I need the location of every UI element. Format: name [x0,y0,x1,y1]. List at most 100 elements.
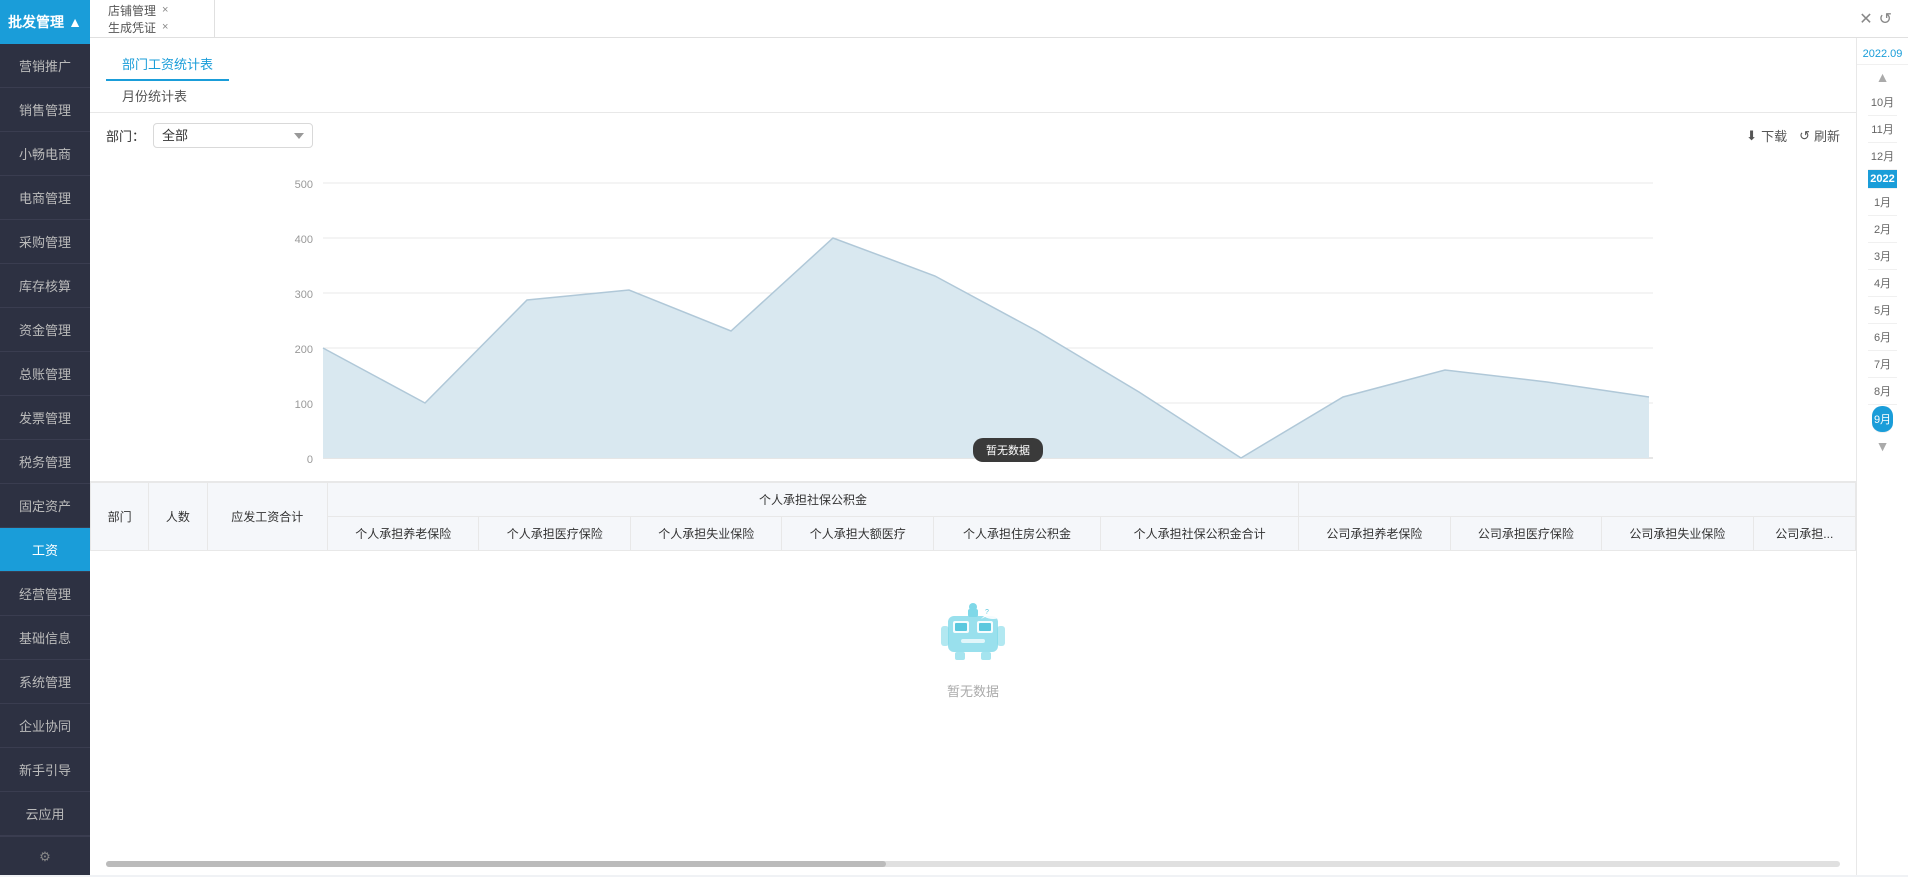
tab-list: 首页门店商品目录×销货单×店铺管理×生成凭证×应收应付调整单×工资表×工资统计报… [98,0,215,38]
sidebar-collapse-icon: ▲ [68,14,82,30]
filter-row: 部门： 全部研发部销售部财务部行政部 [106,123,313,148]
refresh-button[interactable]: ↺ 刷新 [1799,126,1840,145]
sidebar-header[interactable]: 批发管理 ▲ [0,0,90,44]
timeline-month-5月[interactable]: 5月 [1868,297,1897,324]
dept-filter-label: 部门： [106,126,145,145]
close-all-tabs-button[interactable]: ✕ [1859,9,1872,29]
scroll-indicator[interactable] [106,861,1840,867]
sub-tab-dept-stats[interactable]: 部门工资统计表 [106,48,229,81]
svg-text:200: 200 [295,344,313,356]
toolbar: 部门： 全部研发部销售部财务部行政部 ⬇ 下载 ↺ 刷新 [90,113,1856,158]
timeline-month-2022[interactable]: 2022 [1868,170,1897,189]
sidebar-item-operations[interactable]: 经营管理 [0,572,90,616]
timeline-year-label: 2022.09 [1857,44,1908,65]
timeline-month-4月[interactable]: 4月 [1868,270,1897,297]
sub-header-col: 公司承担... [1753,517,1855,551]
content-area: 部门工资统计表月份统计表 部门： 全部研发部销售部财务部行政部 ⬇ 下载 ↺ [90,38,1908,875]
refresh-page-icon[interactable]: ↺ [1879,9,1892,29]
sidebar-nav: 营销推广销售管理小畅电商电商管理采购管理库存核算资金管理总账管理发票管理税务管理… [0,44,90,836]
sub-header-col: 公司承担失业保险 [1602,517,1754,551]
timeline-months: 10月11月12月20221月2月3月4月5月6月7月8月9月 [1868,89,1897,434]
timeline-month-9月[interactable]: 9月 [1872,406,1893,433]
col-salary: 应发工资合计 [207,483,327,551]
empty-icon: ? [933,591,1013,671]
page-content: 部门工资统计表月份统计表 部门： 全部研发部销售部财务部行政部 ⬇ 下载 ↺ [90,38,1856,875]
download-icon: ⬇ [1746,128,1757,144]
svg-text:?: ? [985,609,989,616]
empty-text: 暂无数据 [947,681,999,700]
sub-header-col: 个人承担医疗保险 [479,517,631,551]
timeline-panel: 2022.09 ▲ 10月11月12月20221月2月3月4月5月6月7月8月9… [1856,38,1908,875]
sub-tab-bar: 部门工资统计表月份统计表 [90,38,1856,113]
svg-text:100: 100 [295,399,313,411]
sidebar-item-enterprise[interactable]: 企业协同 [0,704,90,748]
sidebar-item-guide[interactable]: 新手引导 [0,748,90,792]
sidebar-title: 批发管理 [8,12,64,32]
dept-filter-select[interactable]: 全部研发部销售部财务部行政部 [153,123,313,148]
chart-container: 0 100 200 300 400 500 [90,158,1856,481]
sidebar-item-ledger[interactable]: 总账管理 [0,352,90,396]
timeline-month-12月[interactable]: 12月 [1868,143,1897,170]
timeline-month-7月[interactable]: 7月 [1868,351,1897,378]
sidebar-item-sales[interactable]: 销售管理 [0,88,90,132]
timeline-month-8月[interactable]: 8月 [1868,378,1897,405]
area-chart: 0 100 200 300 400 500 [106,168,1840,468]
svg-text:暂无数据: 暂无数据 [986,443,1030,457]
sub-tab-month-stats[interactable]: 月份统计表 [106,80,229,113]
tab-close-store-manage[interactable]: × [162,4,168,16]
sub-header-col: 公司承担医疗保险 [1450,517,1602,551]
tab-store-manage[interactable]: 店铺管理× [98,2,215,19]
table-sub-header: 个人承担养老保险个人承担医疗保险个人承担失业保险个人承担大额医疗个人承担住房公积… [91,517,1856,551]
timeline-month-1月[interactable]: 1月 [1868,189,1897,216]
sidebar-item-basic[interactable]: 基础信息 [0,616,90,660]
timeline-month-3月[interactable]: 3月 [1868,243,1897,270]
sub-header-col: 个人承担住房公积金 [933,517,1100,551]
download-button[interactable]: ⬇ 下载 [1746,126,1787,145]
timeline-month-11月[interactable]: 11月 [1868,116,1897,143]
sidebar-item-fixed-assets[interactable]: 固定资产 [0,484,90,528]
sub-header-col: 个人承担社保公积金合计 [1101,517,1299,551]
sidebar-item-inventory[interactable]: 库存核算 [0,264,90,308]
col-group-company [1299,483,1856,517]
sidebar-item-tax[interactable]: 税务管理 [0,440,90,484]
tab-bar: 首页门店商品目录×销货单×店铺管理×生成凭证×应收应付调整单×工资表×工资统计报… [90,0,1908,38]
svg-text:300: 300 [295,289,313,301]
tab-bar-actions: ✕ ↺ [1851,9,1900,29]
sidebar-item-invoice[interactable]: 发票管理 [0,396,90,440]
refresh-label: 刷新 [1814,126,1840,145]
sub-header-col: 个人承担养老保险 [327,517,479,551]
sub-tab-list: 部门工资统计表月份统计表 [106,48,229,112]
sidebar-item-payroll[interactable]: 工资 [0,528,90,572]
sub-header-col: 公司承担养老保险 [1299,517,1451,551]
svg-text:400: 400 [295,234,313,246]
svg-text:500: 500 [295,179,313,191]
sidebar-settings-button[interactable]: ⚙ [0,836,90,877]
tab-production-cert[interactable]: 生成凭证 × [98,19,215,36]
sidebar-item-finance[interactable]: 资金管理 [0,308,90,352]
svg-text:0: 0 [307,454,313,466]
table-empty-row: ? 暂无数据 [91,551,1856,741]
tab-label-production-cert: 生成凭证 [108,19,156,36]
sidebar-item-cloud[interactable]: 云应用 [0,792,90,836]
data-table: 部门 人数 应发工资合计 个人承担社保公积金 个人承担养老保险个人承担医疗保险个… [90,482,1856,740]
sidebar: 批发管理 ▲ 营销推广销售管理小畅电商电商管理采购管理库存核算资金管理总账管理发… [0,0,90,875]
timeline-nav-up[interactable]: ▲ [1872,65,1894,89]
sidebar-item-ecommerce[interactable]: 电商管理 [0,176,90,220]
sidebar-item-system[interactable]: 系统管理 [0,660,90,704]
download-label: 下载 [1761,126,1787,145]
tab-close-production-cert[interactable]: × [162,21,168,33]
timeline-nav-down[interactable]: ▼ [1872,434,1894,458]
scrollbar-area [90,857,1856,875]
empty-state: ? 暂无数据 [91,551,1856,740]
sidebar-item-purchase[interactable]: 采购管理 [0,220,90,264]
col-dept: 部门 [91,483,149,551]
timeline-month-2月[interactable]: 2月 [1868,216,1897,243]
sidebar-item-ecommerce-small[interactable]: 小畅电商 [0,132,90,176]
timeline-month-10月[interactable]: 10月 [1868,89,1897,116]
sidebar-item-marketing[interactable]: 营销推广 [0,44,90,88]
refresh-icon: ↺ [1799,128,1810,144]
timeline-month-6月[interactable]: 6月 [1868,324,1897,351]
action-row: ⬇ 下载 ↺ 刷新 [1746,126,1840,145]
table-container: 部门 人数 应发工资合计 个人承担社保公积金 个人承担养老保险个人承担医疗保险个… [90,481,1856,857]
scroll-thumb [106,861,886,867]
